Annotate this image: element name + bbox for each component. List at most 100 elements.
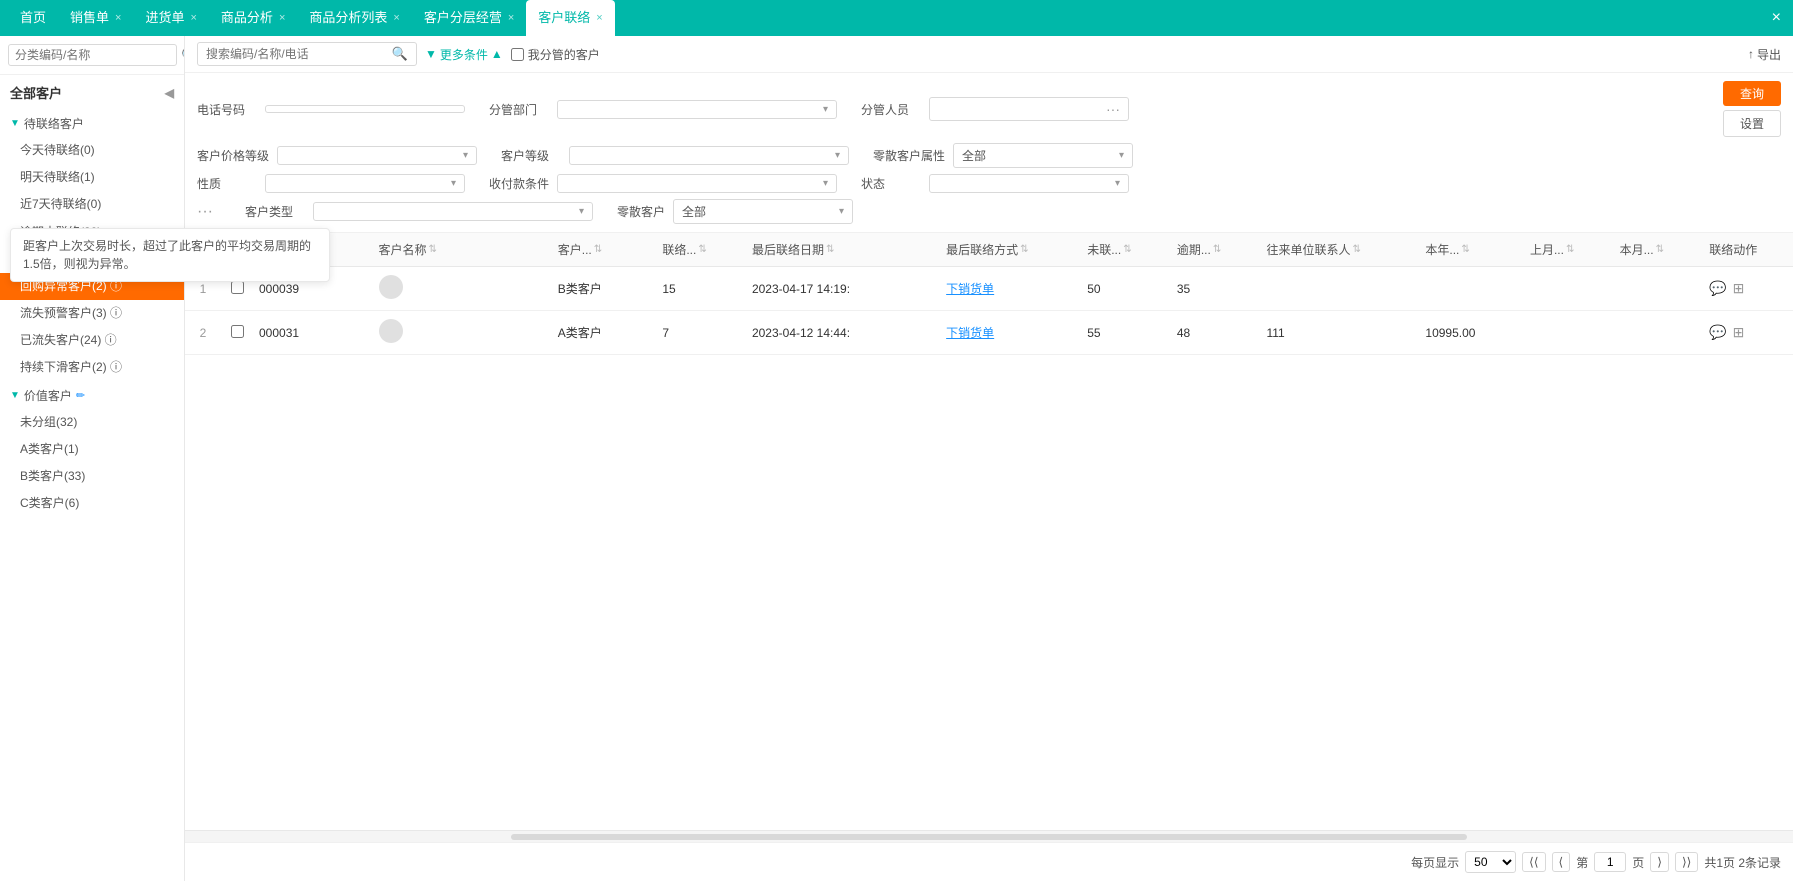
row-checkbox-1[interactable] <box>231 281 244 294</box>
cell-name-1 <box>373 267 552 311</box>
field-manager[interactable]: ··· <box>929 97 1129 121</box>
page-next-btn[interactable]: ⟩ <box>1650 852 1669 872</box>
lastway-link-2[interactable]: 下销货单 <box>946 326 994 340</box>
cell-lastway-1[interactable]: 下销货单 <box>940 267 1081 311</box>
sidebar-7days-pending[interactable]: 近7天待联络(0) <box>0 191 184 218</box>
field-nature[interactable]: ▾ <box>265 174 465 193</box>
sidebar-search-input[interactable] <box>8 44 177 66</box>
field-customer-grade[interactable]: ▾ <box>569 146 849 165</box>
sidebar-today-pending[interactable]: 今天待联络(0) <box>0 137 184 164</box>
row-checkbox-2[interactable] <box>231 325 244 338</box>
field-dept[interactable]: ▾ <box>557 100 837 119</box>
sidebar-ungroup[interactable]: 未分组(32) <box>0 409 184 436</box>
my-customers-checkbox-label[interactable]: 我分管的客户 <box>511 46 600 63</box>
cell-action-1: 💬 ⊞ <box>1703 267 1793 311</box>
close-purchase-tab[interactable]: × <box>190 0 196 36</box>
settings-button[interactable]: 设置 <box>1723 110 1781 137</box>
label-nature: 性质 <box>197 175 257 192</box>
field-zero-customer[interactable]: 全部 ▾ <box>673 199 853 224</box>
sort-name-icon: ⇅ <box>429 244 437 255</box>
sort-overdue-icon: ⇅ <box>1213 244 1221 255</box>
nav-goods-analysis[interactable]: 商品分析 × <box>209 0 297 36</box>
th-lastmonth[interactable]: 上月... ⇅ <box>1524 233 1614 267</box>
field-status[interactable]: ▾ <box>929 174 1129 193</box>
close-goods-list-tab[interactable]: × <box>393 0 399 36</box>
field-manager-dots[interactable]: ··· <box>1106 101 1120 117</box>
label-phone: 电话号码 <box>197 101 257 118</box>
nav-customer-segment[interactable]: 客户分层经营 × <box>412 0 526 36</box>
field-price-grade[interactable]: ▾ <box>277 146 477 165</box>
sidebar-class-c[interactable]: C类客户(6) <box>0 490 184 517</box>
more-conditions[interactable]: ▼ 更多条件 ▲ <box>425 46 503 63</box>
sidebar-class-b[interactable]: B类客户(33) <box>0 463 184 490</box>
search-icon[interactable]: 🔍 <box>392 46 408 62</box>
edit-icon[interactable]: ✏ <box>76 389 85 402</box>
nav-customer-contact[interactable]: 客户联络 × <box>526 0 614 36</box>
field-customer-type[interactable]: ▾ <box>313 202 593 221</box>
close-sales-tab[interactable]: × <box>115 0 121 36</box>
lastway-link-1[interactable]: 下销货单 <box>946 282 994 296</box>
filter-top-bar: 🔍 ▼ 更多条件 ▲ 我分管的客户 ↑ 导出 <box>185 36 1793 73</box>
page-prev-btn[interactable]: ⟨ <box>1552 852 1571 872</box>
cell-thismonth-2 <box>1614 311 1704 355</box>
sidebar-group-pending[interactable]: ▼ 待联络客户 <box>0 110 184 137</box>
sort-lastdate-icon: ⇅ <box>826 244 834 255</box>
sidebar-lost-customers[interactable]: 已流失客户(24) ⓘ <box>0 327 184 354</box>
field-phone[interactable] <box>265 105 465 113</box>
nav-sales[interactable]: 销售单 × <box>58 0 133 36</box>
th-lastdate[interactable]: 最后联络日期 ⇅ <box>746 233 940 267</box>
sort-thismonth-icon: ⇅ <box>1656 244 1664 255</box>
nav-goods-list[interactable]: 商品分析列表 × <box>297 0 411 36</box>
sidebar-class-a[interactable]: A类客户(1) <box>0 436 184 463</box>
sidebar-decline-customers[interactable]: 持续下滑客户(2) ⓘ <box>0 354 184 381</box>
sidebar-tomorrow-pending[interactable]: 明天待联络(1) <box>0 164 184 191</box>
sidebar-group-value[interactable]: ▼ 价值客户 ✏ <box>0 382 184 409</box>
th-type[interactable]: 客户... ⇅ <box>552 233 657 267</box>
action-message-icon-1[interactable]: 💬 <box>1709 280 1726 297</box>
cell-lastway-2[interactable]: 下销货单 <box>940 311 1081 355</box>
query-button[interactable]: 查询 <box>1723 81 1781 106</box>
sort-uncontact-icon: ⇅ <box>1123 244 1131 255</box>
th-histunit[interactable]: 往来单位联系人 ⇅ <box>1260 233 1419 267</box>
per-page-select[interactable]: 50 100 200 <box>1465 851 1516 873</box>
page-label: 第 <box>1576 854 1588 871</box>
caret-icon: ▲ <box>491 47 503 61</box>
cell-code-2: 000031 <box>253 311 373 355</box>
window-close-icon[interactable]: × <box>1772 9 1781 27</box>
nav-purchase[interactable]: 进货单 × <box>133 0 208 36</box>
page-last-btn[interactable]: ⟩⟩ <box>1675 852 1698 872</box>
th-name[interactable]: 客户名称 ⇅ <box>373 233 552 267</box>
action-message-icon-2[interactable]: 💬 <box>1709 324 1726 341</box>
filter-row-2: 客户价格等级 ▾ 客户等级 ▾ 零散客户属性 全部 ▾ <box>197 143 1781 168</box>
close-customer-contact-tab[interactable]: × <box>596 0 602 36</box>
close-customer-segment-tab[interactable]: × <box>508 0 514 36</box>
search-box: 🔍 <box>197 42 417 66</box>
field-zerosale[interactable]: 全部 ▾ <box>953 143 1133 168</box>
nav-home[interactable]: 首页 <box>8 0 58 36</box>
avatar-2 <box>379 319 403 343</box>
more-dots[interactable]: ··· <box>197 203 213 221</box>
th-contact[interactable]: 联络... ⇅ <box>656 233 746 267</box>
sidebar-loss-warning[interactable]: 流失预警客户(3) ⓘ <box>0 300 184 327</box>
cell-check-2[interactable] <box>221 311 253 355</box>
horizontal-scrollbar[interactable] <box>185 830 1793 842</box>
close-goods-tab[interactable]: × <box>279 0 285 36</box>
page-number-input[interactable] <box>1594 852 1626 872</box>
th-lastway[interactable]: 最后联络方式 ⇅ <box>940 233 1081 267</box>
th-overdue[interactable]: 逾期... ⇅ <box>1171 233 1261 267</box>
my-customers-checkbox[interactable] <box>511 48 524 61</box>
export-btn[interactable]: ↑ 导出 <box>1748 46 1781 63</box>
sidebar-all-customers[interactable]: 全部客户 ◀ <box>0 75 184 110</box>
th-uncontact[interactable]: 未联... ⇅ <box>1081 233 1171 267</box>
sort-lastmonth-icon: ⇅ <box>1566 244 1574 255</box>
th-thisyear[interactable]: 本年... ⇅ <box>1419 233 1524 267</box>
search-input[interactable] <box>206 47 392 61</box>
action-more-icon-1[interactable]: ⊞ <box>1733 280 1745 297</box>
caret-payment: ▾ <box>823 178 828 189</box>
action-more-icon-2[interactable]: ⊞ <box>1733 324 1745 341</box>
page-first-btn[interactable]: ⟨⟨ <box>1522 852 1545 872</box>
scroll-thumb[interactable] <box>511 834 1466 840</box>
field-payment[interactable]: ▾ <box>557 174 837 193</box>
sidebar-collapse-icon[interactable]: ◀ <box>165 86 174 100</box>
th-thismonth[interactable]: 本月... ⇅ <box>1614 233 1704 267</box>
